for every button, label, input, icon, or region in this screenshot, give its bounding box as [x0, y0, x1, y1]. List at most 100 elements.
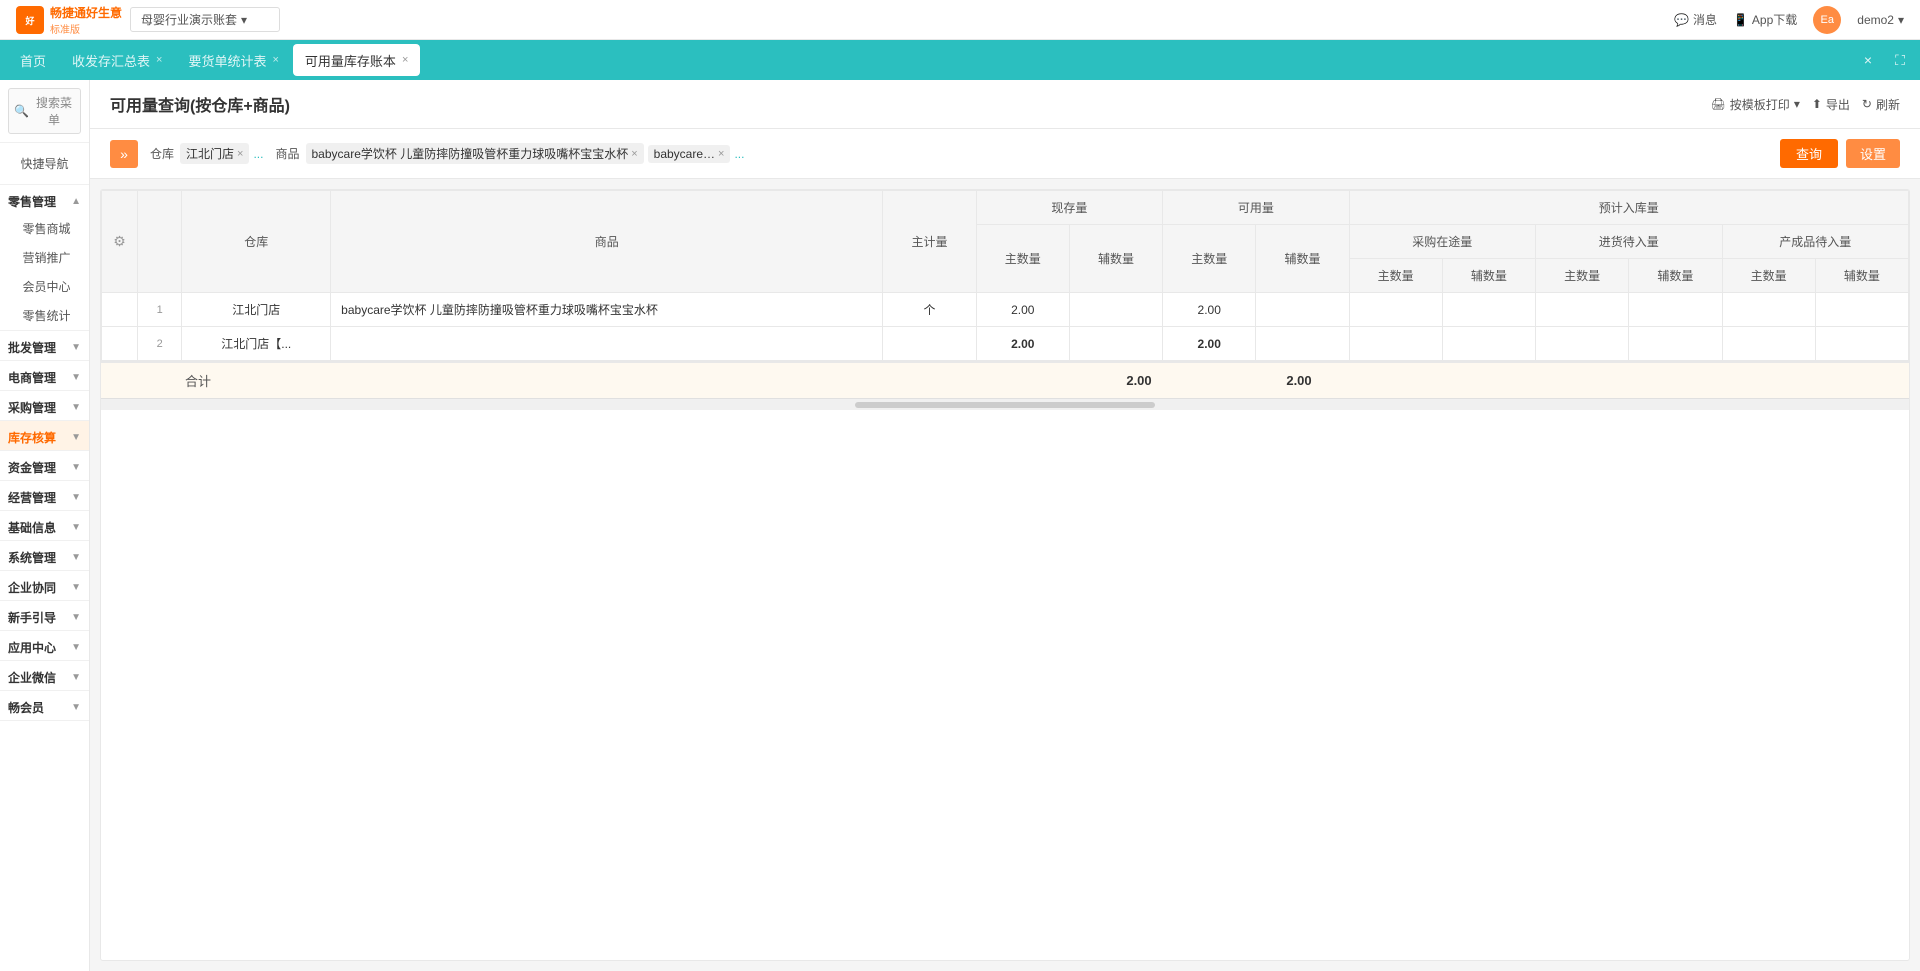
sidebar-header-ecommerce[interactable]: 电商管理 ▼: [0, 361, 89, 390]
tab-close-order[interactable]: ×: [272, 55, 278, 66]
sidebar-header-app-center[interactable]: 应用中心 ▼: [0, 631, 89, 660]
col-product-header: 商品: [331, 191, 883, 293]
sidebar-header-operations[interactable]: 经营管理 ▼: [0, 481, 89, 510]
table-row: 1 江北门店 babycare学饮杯 儿童防摔防撞吸管杯重力球吸嘴杯宝宝水杯 个…: [102, 293, 1909, 327]
query-button[interactable]: 查询: [1780, 139, 1838, 168]
col-available-group-header: 可用量: [1163, 191, 1349, 225]
warehouse-tags: 江北门店 × ...: [180, 143, 263, 164]
page-title: 可用量查询(按仓库+商品): [110, 92, 290, 116]
message-icon: 💬: [1674, 13, 1689, 27]
logo-icon: 好: [16, 6, 44, 34]
row1-production-main: [1722, 293, 1815, 327]
refresh-button[interactable]: ↻ 刷新: [1862, 96, 1900, 113]
sidebar-header-purchase[interactable]: 采购管理 ▼: [0, 391, 89, 420]
sidebar-section-operations: 经营管理 ▼: [0, 481, 89, 511]
sidebar-item-retail-mall[interactable]: 零售商城: [0, 214, 89, 243]
ecommerce-arrow-icon: ▼: [71, 372, 81, 383]
app-center-arrow-icon: ▼: [71, 642, 81, 653]
sidebar-quick-nav: 快捷导航: [0, 143, 89, 185]
tab-expand-btn[interactable]: ⛶: [1888, 48, 1912, 72]
sidebar-header-wholesale[interactable]: 批发管理 ▼: [0, 331, 89, 360]
app-download-button[interactable]: 📱 App下载: [1733, 11, 1797, 28]
product-tag2-remove[interactable]: ×: [718, 148, 724, 160]
sidebar-header-inventory[interactable]: 库存核算 ▼: [0, 421, 89, 450]
product-tag-remove[interactable]: ×: [631, 148, 637, 160]
row2-purchase-main: [1349, 327, 1442, 361]
search-menu-label: 搜索菜单: [33, 94, 75, 128]
industry-select[interactable]: 母婴行业演示账套 ▾: [130, 7, 280, 32]
row2-stock-main: 2.00: [976, 327, 1069, 361]
warehouse-tag-jiangbei: 江北门店 ×: [180, 143, 249, 164]
col-production-group-header: 产成品待入量: [1722, 225, 1909, 259]
main-layout: 🔍 搜索菜单 快捷导航 零售管理 ▲ 零售商城 营销推广 会员中心 零售统计 批…: [0, 80, 1920, 971]
enterprise-label: 企业协同: [8, 579, 56, 596]
product-filter-more[interactable]: ...: [734, 147, 744, 161]
print-button[interactable]: 🖨 按模板打印 ▾: [1711, 96, 1800, 113]
tab-order-stats[interactable]: 要货单统计表 ×: [176, 44, 290, 76]
filter-expand-button[interactable]: »: [110, 140, 138, 168]
username-label[interactable]: demo2 ▾: [1857, 13, 1904, 27]
warehouse-tag-remove[interactable]: ×: [237, 148, 243, 160]
data-table: ⚙ 仓库 商品 主计量 现存量 可用量 预计入库量 主数量 辅数量 主数量: [101, 190, 1909, 361]
page-header-actions: 🖨 按模板打印 ▾ ⬆ 导出 ↻ 刷新: [1711, 96, 1900, 113]
col-available-aux-header: 辅数量: [1256, 225, 1349, 293]
available-ledger-label: 可用量库存账本: [305, 51, 396, 70]
sidebar-header-retail[interactable]: 零售管理 ▲: [0, 185, 89, 214]
wholesale-arrow-icon: ▼: [71, 342, 81, 353]
tab-close-all-btn[interactable]: ×: [1856, 48, 1880, 72]
sidebar-header-vip[interactable]: 畅会员 ▼: [0, 691, 89, 720]
col-stock-aux-header: 辅数量: [1069, 225, 1162, 293]
quick-nav-label: 快捷导航: [20, 155, 68, 172]
footer-label: 合计: [185, 374, 211, 389]
row2-purchase-aux: [1442, 327, 1535, 361]
tab-available-ledger[interactable]: 可用量库存账本 ×: [293, 44, 420, 76]
sidebar-header-system[interactable]: 系统管理 ▼: [0, 541, 89, 570]
app-icon: 📱: [1733, 13, 1748, 27]
logo-main-text: 畅捷通好生意: [50, 4, 122, 21]
col-purchase-main-header: 主数量: [1349, 259, 1442, 293]
basic-label: 基础信息: [8, 519, 56, 536]
warehouse-filter-more[interactable]: ...: [253, 147, 263, 161]
row2-production-aux: [1815, 327, 1908, 361]
tab-close-available[interactable]: ×: [402, 55, 408, 66]
filter-actions: 查询 设置: [1780, 139, 1900, 168]
sidebar-header-new-guide[interactable]: 新手引导 ▼: [0, 601, 89, 630]
tab-receive-summary[interactable]: 收发存汇总表 ×: [60, 44, 174, 76]
warehouse-tag-text: 江北门店: [186, 145, 234, 162]
sidebar-header-finance[interactable]: 资金管理 ▼: [0, 451, 89, 480]
sidebar-item-member[interactable]: 会员中心: [0, 272, 89, 301]
sidebar-item-retail-stats[interactable]: 零售统计: [0, 301, 89, 330]
tab-close-receive[interactable]: ×: [156, 55, 162, 66]
avatar[interactable]: Ea: [1813, 6, 1841, 34]
row1-incoming-main: [1536, 293, 1629, 327]
row1-index: 1: [138, 293, 182, 327]
row1-settings: [102, 293, 138, 327]
horizontal-scrollbar[interactable]: [101, 398, 1909, 410]
sidebar-header-basic[interactable]: 基础信息 ▼: [0, 511, 89, 540]
col-incoming-aux-header: 辅数量: [1629, 259, 1722, 293]
row2-unit: [883, 327, 976, 361]
export-icon: ⬆: [1812, 97, 1822, 111]
product-filter-label: 商品: [275, 145, 299, 162]
export-button[interactable]: ⬆ 导出: [1812, 96, 1850, 113]
sidebar-item-quick-nav[interactable]: 快捷导航: [0, 147, 89, 180]
product-filter: 商品 babycare学饮杯 儿童防摔防撞吸管杯重力球吸嘴杯宝宝水杯 × bab…: [275, 143, 744, 164]
table-settings-icon[interactable]: ⚙: [113, 233, 126, 249]
sidebar-header-enterprise[interactable]: 企业协同 ▼: [0, 571, 89, 600]
operations-arrow-icon: ▼: [71, 492, 81, 503]
col-stock-main-header: 主数量: [976, 225, 1069, 293]
tab-home[interactable]: 首页: [8, 44, 58, 76]
finance-arrow-icon: ▼: [71, 462, 81, 473]
search-menu-button[interactable]: 🔍 搜索菜单: [8, 88, 81, 134]
system-arrow-icon: ▼: [71, 552, 81, 563]
logo-sub-text: 标准版: [50, 21, 122, 36]
setting-button[interactable]: 设置: [1846, 139, 1900, 168]
row2-settings: [102, 327, 138, 361]
sidebar-item-marketing[interactable]: 营销推广: [0, 243, 89, 272]
message-button[interactable]: 💬 消息: [1674, 11, 1717, 28]
sidebar-header-enterprise-wx[interactable]: 企业微信 ▼: [0, 661, 89, 690]
dropdown-icon: ▾: [241, 13, 247, 27]
sidebar-section-system: 系统管理 ▼: [0, 541, 89, 571]
sidebar-section-inventory: 库存核算 ▼: [0, 421, 89, 451]
app-center-label: 应用中心: [8, 639, 56, 656]
